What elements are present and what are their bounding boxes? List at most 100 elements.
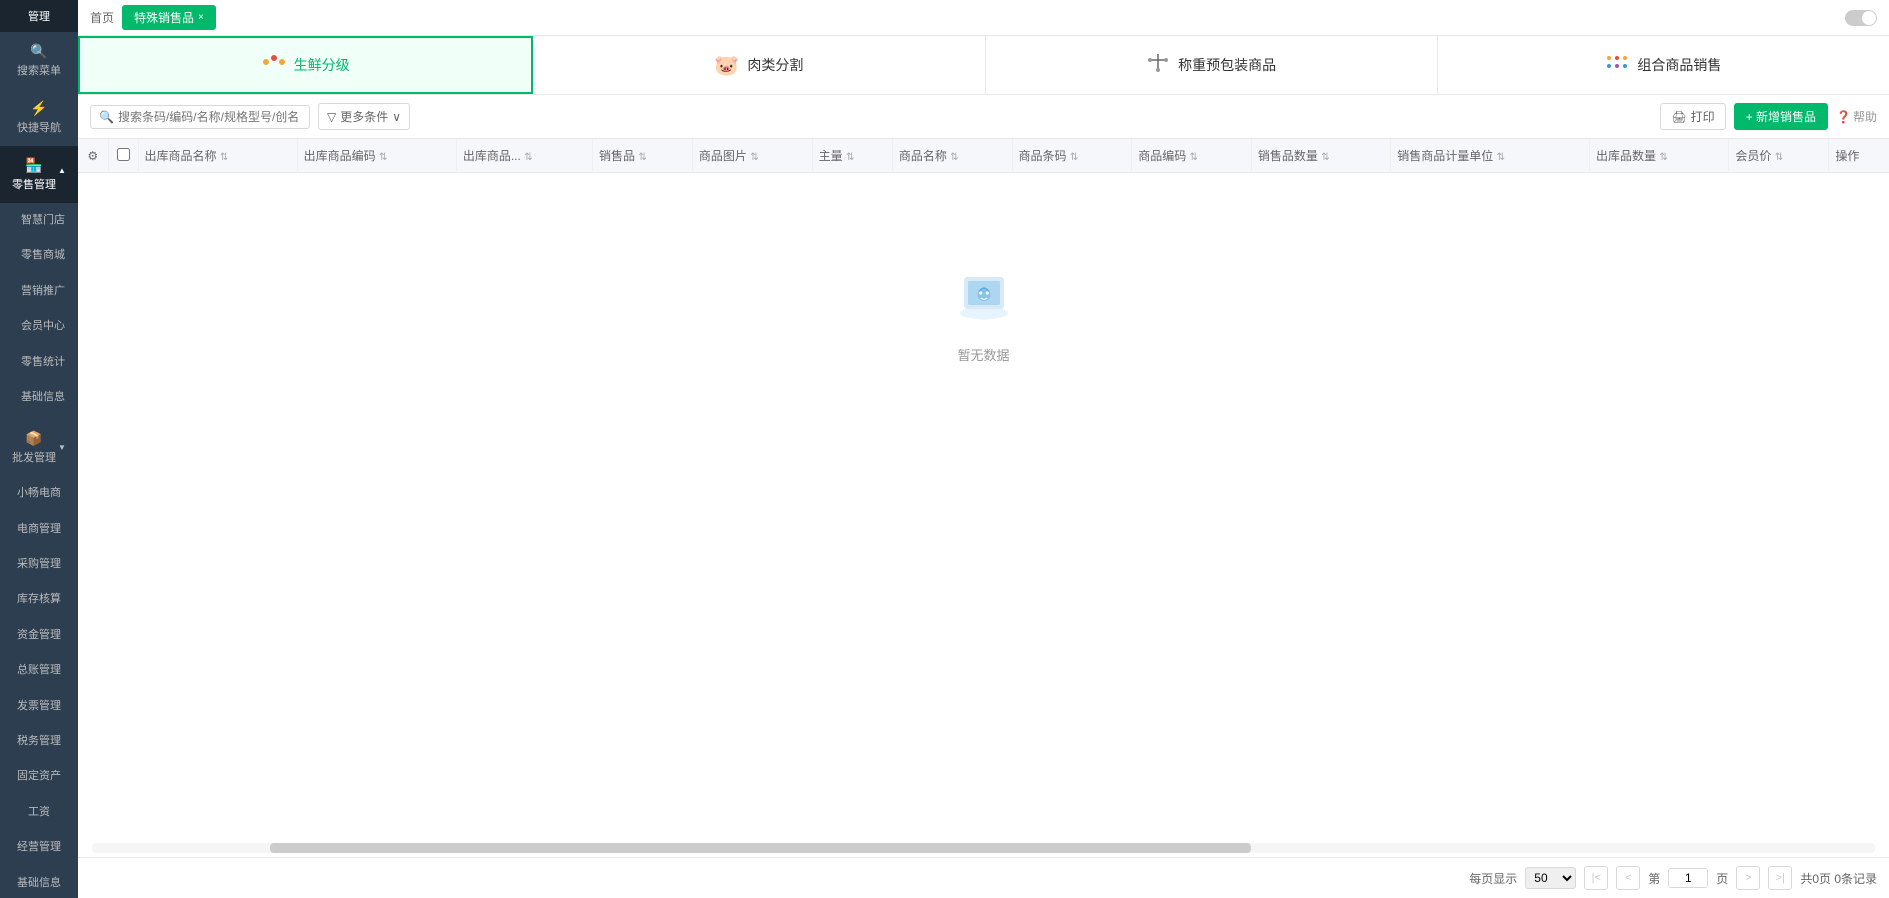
sort-icon: ⇅ [638,152,646,163]
sidebar-item-basic[interactable]: 基础信息 [0,380,78,415]
col-sale-unit[interactable]: 销售商品计量单位 ⇅ [1391,139,1590,173]
col-out-detail[interactable]: 出库商品... ⇅ [456,139,592,173]
col-out-qty[interactable]: 出库品数量 ⇅ [1589,139,1728,173]
combo-label: 组合商品销售 [1637,55,1721,75]
sidebar-item-promo[interactable]: 营销推广 [0,274,78,309]
fresh-icon [262,52,286,78]
col-gear[interactable]: ⚙ [78,139,108,173]
sort-icon: ⇅ [1321,152,1329,163]
sort-icon: ⇅ [1070,152,1078,163]
sidebar-item-member[interactable]: 会员中心 [0,309,78,344]
cat-tab-meat[interactable]: 🐷 肉类分割 [533,36,985,94]
col-goods-name[interactable]: 商品名称 ⇅ [892,139,1012,173]
last-page-button[interactable]: >| [1768,866,1792,890]
scale-icon [1146,52,1170,78]
new-sale-button[interactable]: + 新增销售品 [1734,103,1828,130]
sidebar-item-ledger[interactable]: 总账管理 [0,653,78,688]
col-main-unit[interactable]: 主量 ⇅ [812,139,892,173]
table-container: ⚙ 出库商品名称 ⇅ 出库商品编码 ⇅ [78,139,1889,839]
toolbar-right: 🖨 打印 + 新增销售品 ❓ 帮助 [1660,103,1877,130]
page-input[interactable] [1668,868,1708,888]
cat-tab-fresh[interactable]: 生鲜分级 [78,36,533,94]
sidebar-item-store[interactable]: 智慧门店 [0,203,78,238]
select-all-checkbox[interactable] [117,148,130,161]
filter-arrow: ∨ [392,110,401,124]
help-icon: ❓ [1836,110,1851,124]
first-page-icon: |< [1592,872,1601,884]
topbar: 首页 特殊销售品 × [78,0,1889,36]
sidebar-item-finance[interactable]: 资金管理 [0,618,78,653]
next-page-button[interactable]: > [1736,866,1760,890]
sidebar-item-stats[interactable]: 零售统计 [0,345,78,380]
col-barcode[interactable]: 商品条码 ⇅ [1012,139,1132,173]
first-page-button[interactable]: |< [1584,866,1608,890]
sidebar-item-retail[interactable]: 🏪 零售管理 ▲ [0,146,78,203]
toggle-switch[interactable] [1845,10,1877,26]
sidebar: 管理 🔍 搜索菜单 ⚡ 快捷导航 🏪 零售管理 ▲ 智慧门店 零售商城 营销推广… [0,0,78,898]
category-tabs: 生鲜分级 🐷 肉类分割 称重预包装商品 [78,36,1889,95]
toolbar: 🔍 ▽ 更多条件 ∨ 🖨 打印 + 新增销售品 ❓ 帮助 [78,95,1889,139]
cat-tab-scale[interactable]: 称重预包装商品 [986,36,1438,94]
col-member-price[interactable]: 会员价 ⇅ [1729,139,1829,173]
sort-icon: ⇅ [1497,152,1505,163]
filter-button[interactable]: ▽ 更多条件 ∨ [318,103,410,130]
sort-icon: ⇅ [220,152,228,163]
prev-page-icon: < [1625,872,1631,884]
sidebar-item-inventory[interactable]: 库存核算 [0,582,78,617]
sidebar-item-purchase[interactable]: 采购管理 [0,547,78,582]
scrollbar-thumb[interactable] [270,843,1251,853]
sidebar-item-quick[interactable]: ⚡ 快捷导航 [0,89,78,146]
last-page-icon: >| [1776,872,1785,884]
sort-icon: ⇅ [379,152,387,163]
close-tab-icon[interactable]: × [198,12,204,23]
help-button[interactable]: ❓ 帮助 [1836,108,1877,125]
print-button[interactable]: 🖨 打印 [1660,103,1725,130]
home-tab[interactable]: 首页 [90,9,114,26]
filter-icon: ▽ [327,110,336,124]
sidebar-item-wholesale[interactable]: 📦 批发管理 ▼ [0,419,78,476]
col-out-code[interactable]: 出库商品编码 ⇅ [297,139,456,173]
sidebar-item-basic2[interactable]: 基础信息 [0,866,78,898]
total-text: 共0页 0条记录 [1800,870,1877,887]
sidebar-item-salary[interactable]: 工资 [0,795,78,830]
cat-tab-combo[interactable]: 组合商品销售 [1438,36,1889,94]
meat-label: 肉类分割 [747,55,803,75]
sidebar-item-ecommerce[interactable]: 小畅电商 [0,476,78,511]
sidebar-item-ops[interactable]: 经营管理 [0,830,78,865]
sort-icon: ⇅ [524,152,532,163]
search-icon: 🔍 [99,110,114,124]
meat-icon: 🐷 [714,53,739,78]
fresh-label: 生鲜分级 [294,55,350,75]
sidebar-item-asset[interactable]: 固定资产 [0,759,78,794]
per-page-select[interactable]: 50 10 20 100 [1525,867,1576,889]
sidebar-item-ecomm-mgr[interactable]: 电商管理 [0,512,78,547]
sort-icon: ⇅ [1659,152,1667,163]
horizontal-scrollbar[interactable] [92,843,1875,853]
next-page-icon: > [1745,872,1751,884]
search-input[interactable] [118,110,301,124]
scale-label: 称重预包装商品 [1178,55,1276,75]
col-out-name[interactable]: 出库商品名称 ⇅ [138,139,297,173]
wholesale-icon: 📦 [25,429,42,449]
col-sale-item[interactable]: 销售品 ⇅ [592,139,692,173]
col-goods-code[interactable]: 商品编码 ⇅ [1132,139,1252,173]
sidebar-item-invoice[interactable]: 发票管理 [0,689,78,724]
sort-icon: ⇅ [750,152,758,163]
col-image[interactable]: 商品图片 ⇅ [692,139,812,173]
prev-page-button[interactable]: < [1616,866,1640,890]
gear-icon: ⚙ [87,149,98,163]
col-checkbox[interactable] [108,139,138,173]
sidebar-logo: 管理 [0,0,78,32]
col-sale-qty[interactable]: 销售品数量 ⇅ [1251,139,1390,173]
empty-state: 暂无数据 [78,173,1889,444]
scrollbar-area [78,839,1889,857]
current-tab[interactable]: 特殊销售品 × [122,5,216,30]
sidebar-item-tax[interactable]: 税务管理 [0,724,78,759]
sidebar-item-search[interactable]: 🔍 搜索菜单 [0,32,78,89]
table-header-row: ⚙ 出库商品名称 ⇅ 出库商品编码 ⇅ [78,139,1889,173]
print-icon: 🖨 [1671,110,1686,124]
retail-arrow: ▲ [58,165,66,176]
sidebar-item-mall[interactable]: 零售商城 [0,238,78,273]
empty-text: 暂无数据 [957,345,1009,364]
wholesale-arrow: ▼ [58,442,66,453]
